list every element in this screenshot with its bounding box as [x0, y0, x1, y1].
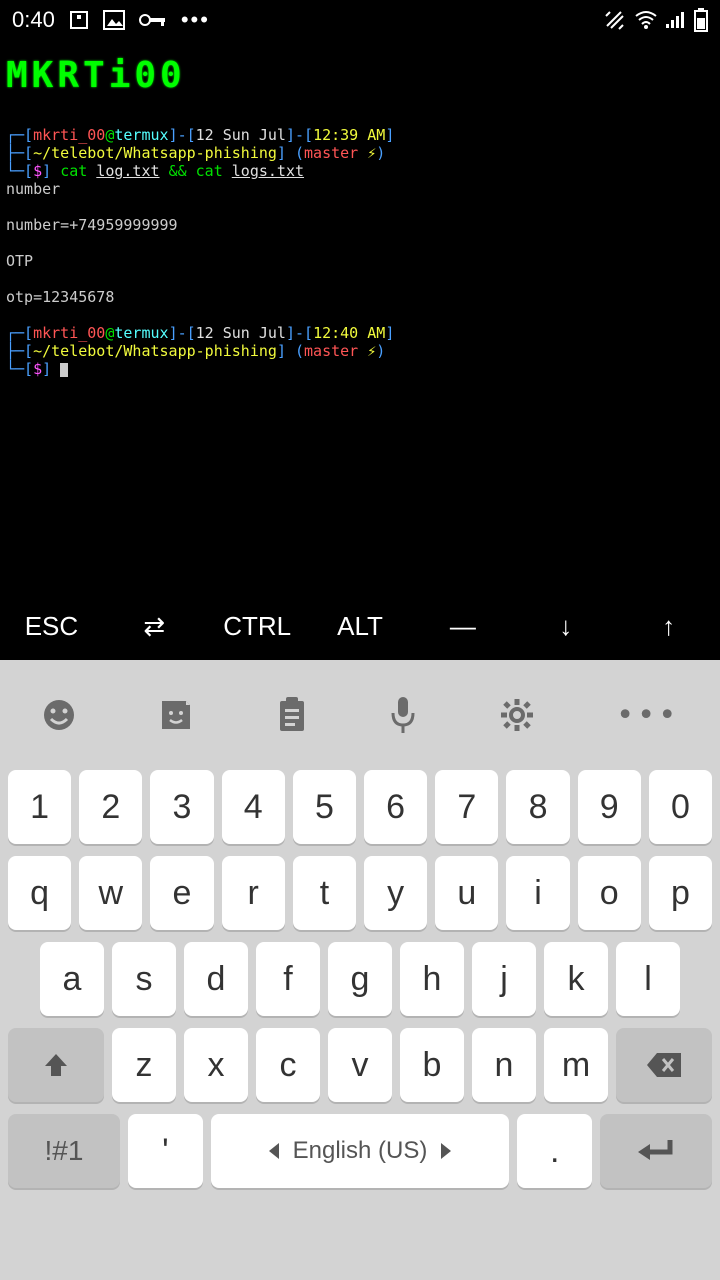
mic-icon[interactable] [389, 695, 417, 735]
cursor [60, 363, 68, 377]
android-status-bar: 0:40 ••• [0, 0, 720, 40]
more-dots-icon: ••• [181, 7, 210, 33]
key-2[interactable]: 2 [79, 770, 142, 844]
vibrate-icon [604, 9, 626, 31]
key-v[interactable]: v [328, 1028, 392, 1102]
key-3[interactable]: 3 [150, 770, 213, 844]
output-line: OTP [6, 252, 33, 270]
key-ctrl[interactable]: CTRL [206, 611, 309, 642]
key-up[interactable]: ↑ [617, 611, 720, 642]
key-esc[interactable]: ESC [0, 611, 103, 642]
key-space[interactable]: English (US) [211, 1114, 510, 1188]
sticker-icon[interactable] [158, 697, 194, 733]
signal-icon [666, 10, 686, 30]
output-line: otp=12345678 [6, 288, 114, 306]
key-o[interactable]: o [578, 856, 641, 930]
key-u[interactable]: u [435, 856, 498, 930]
key-g[interactable]: g [328, 942, 392, 1016]
key-1[interactable]: 1 [8, 770, 71, 844]
output-line: number=+74959999999 [6, 216, 178, 234]
key-j[interactable]: j [472, 942, 536, 1016]
key-d[interactable]: d [184, 942, 248, 1016]
chevron-left-icon [269, 1143, 279, 1159]
emoji-icon[interactable] [41, 697, 77, 733]
clock: 0:40 [12, 7, 55, 33]
kbd-row-asdf: a s d f g h j k l [0, 942, 720, 1016]
key-backspace[interactable] [616, 1028, 712, 1102]
battery-icon [694, 8, 708, 32]
key-9[interactable]: 9 [578, 770, 641, 844]
key-7[interactable]: 7 [435, 770, 498, 844]
key-tab[interactable]: ⇄ [103, 611, 206, 642]
image-icon [103, 10, 125, 30]
ascii-banner: MKRTi00 [0, 40, 720, 102]
key-y[interactable]: y [364, 856, 427, 930]
key-z[interactable]: z [112, 1028, 176, 1102]
key-p[interactable]: p [649, 856, 712, 930]
key-6[interactable]: 6 [364, 770, 427, 844]
key-s[interactable]: s [112, 942, 176, 1016]
terminal[interactable]: ┌─[mkrti_00@termux]-[12 Sun Jul]-[12:39 … [0, 102, 720, 384]
vpn-key-icon [139, 12, 167, 28]
key-enter[interactable] [600, 1114, 712, 1188]
key-down[interactable]: ↓ [514, 611, 617, 642]
key-8[interactable]: 8 [506, 770, 569, 844]
key-a[interactable]: a [40, 942, 104, 1016]
key-period[interactable]: . [517, 1114, 592, 1188]
chevron-right-icon [441, 1143, 451, 1159]
key-l[interactable]: l [616, 942, 680, 1016]
key-q[interactable]: q [8, 856, 71, 930]
key-f[interactable]: f [256, 942, 320, 1016]
key-w[interactable]: w [79, 856, 142, 930]
key-h[interactable]: h [400, 942, 464, 1016]
kbd-row-zxcv: z x c v b n m [0, 1028, 720, 1102]
key-k[interactable]: k [544, 942, 608, 1016]
key-apostrophe[interactable]: ' [128, 1114, 203, 1188]
kbd-row-numbers: 1 2 3 4 5 6 7 8 9 0 [0, 770, 720, 844]
key-t[interactable]: t [293, 856, 356, 930]
more-icon[interactable]: ••• [616, 698, 679, 733]
key-alt[interactable]: ALT [309, 611, 412, 642]
termux-extra-keys: ESC ⇄ CTRL ALT — ↓ ↑ [0, 593, 720, 659]
key-shift[interactable] [8, 1028, 104, 1102]
key-symbols[interactable]: !#1 [8, 1114, 120, 1188]
key-5[interactable]: 5 [293, 770, 356, 844]
key-4[interactable]: 4 [222, 770, 285, 844]
key-n[interactable]: n [472, 1028, 536, 1102]
wifi-icon [634, 10, 658, 30]
settings-icon[interactable] [499, 697, 535, 733]
clipboard-icon[interactable] [276, 697, 308, 733]
output-line: number [6, 180, 60, 198]
key-r[interactable]: r [222, 856, 285, 930]
kbd-row-qwerty: q w e r t y u i o p [0, 856, 720, 930]
square-icon [69, 10, 89, 30]
kbd-row-bottom: !#1 ' English (US) . [0, 1114, 720, 1188]
key-e[interactable]: e [150, 856, 213, 930]
key-b[interactable]: b [400, 1028, 464, 1102]
key-i[interactable]: i [506, 856, 569, 930]
key-c[interactable]: c [256, 1028, 320, 1102]
key-dash[interactable]: — [411, 611, 514, 642]
key-x[interactable]: x [184, 1028, 248, 1102]
key-0[interactable]: 0 [649, 770, 712, 844]
soft-keyboard: ••• 1 2 3 4 5 6 7 8 9 0 q w e r t y u i … [0, 660, 720, 1280]
key-m[interactable]: m [544, 1028, 608, 1102]
